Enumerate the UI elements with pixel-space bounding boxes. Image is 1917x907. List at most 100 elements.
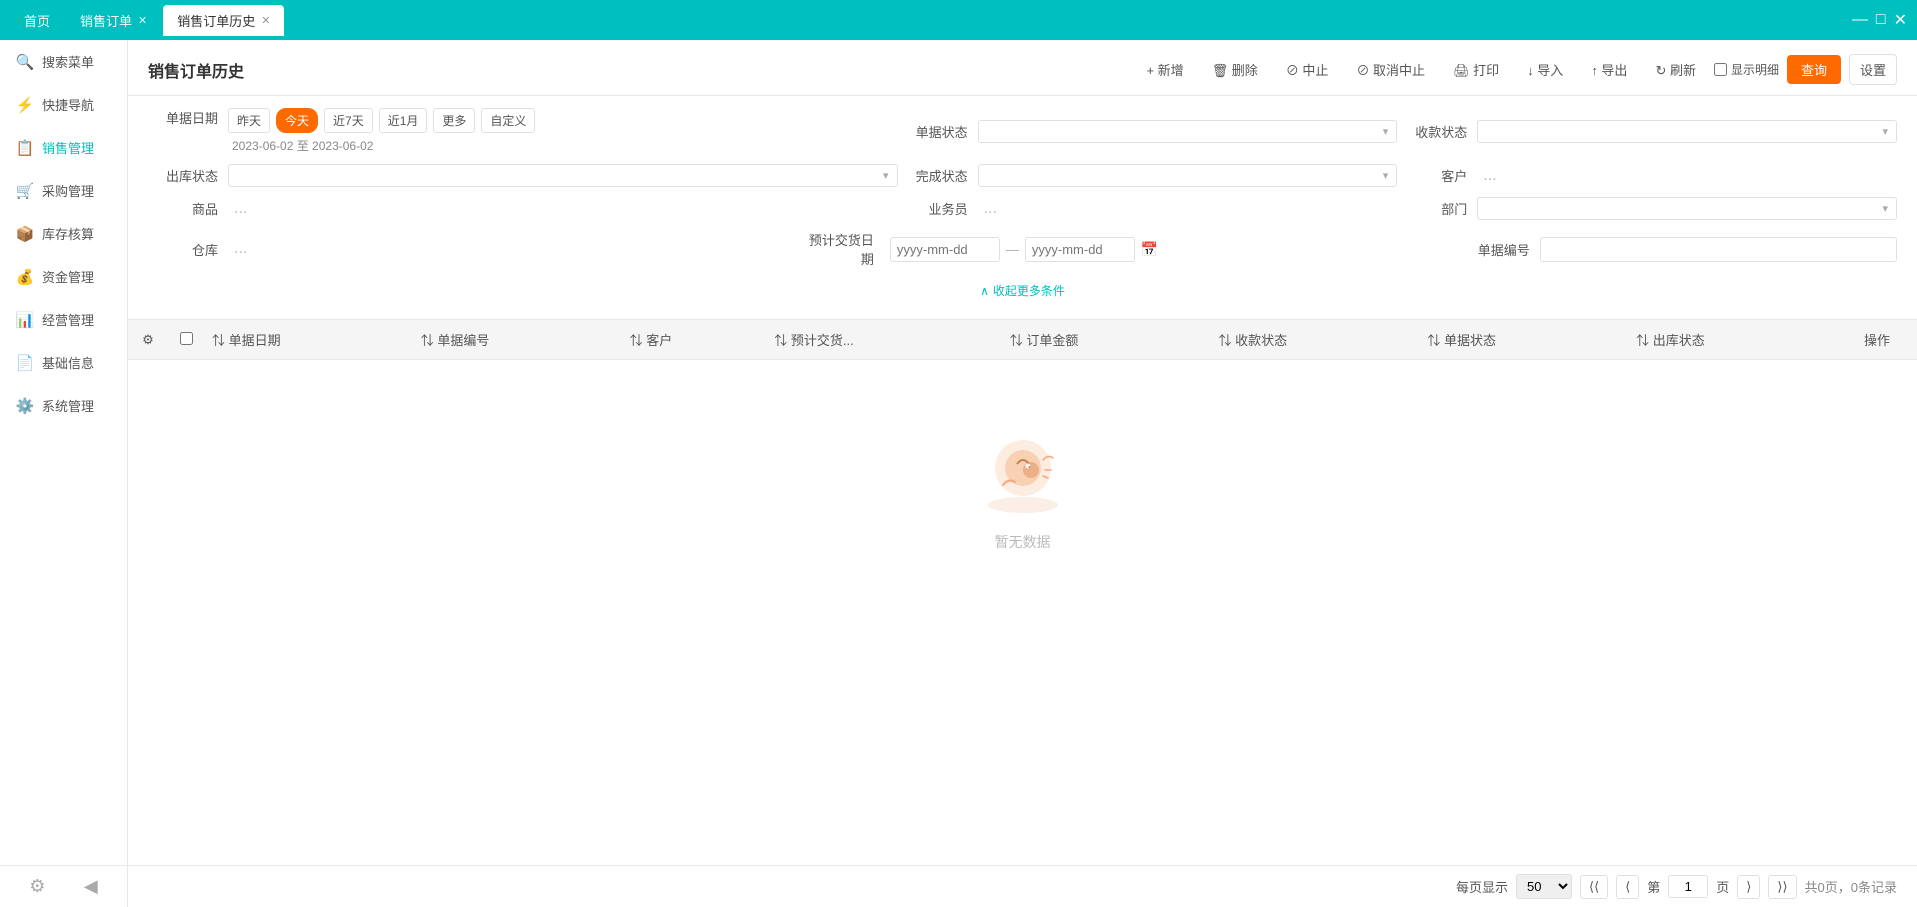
maximize-button[interactable]: □ — [1876, 11, 1886, 29]
th-amount: ⇅ 订单金额 — [1002, 320, 1211, 360]
collapse-row: ∧ 收起更多条件 — [148, 278, 1897, 307]
show-detail-checkbox: 显示明细 — [1714, 61, 1779, 78]
date-last7-btn[interactable]: 近7天 — [324, 108, 373, 133]
sidebar-icon-quick-nav: ⚡ — [16, 96, 34, 114]
payment-status-select[interactable]: ▾ — [1477, 120, 1897, 143]
cancel-stop-button[interactable]: ⊘ 取消中止 — [1346, 55, 1435, 84]
sidebar-item-operation[interactable]: 📊 经营管理 — [0, 298, 127, 341]
calendar-icon-from[interactable]: 📅 — [1141, 241, 1158, 258]
import-button[interactable]: ↓ 导入 — [1517, 55, 1573, 84]
top-bar: 首页销售订单✕销售订单历史✕ — □ ✕ — [0, 0, 1917, 40]
settings-button[interactable]: 设置 — [1849, 54, 1897, 85]
show-detail-input[interactable] — [1714, 63, 1727, 76]
delivery-date-section: 预计交货日期 — 📅 — [804, 230, 1460, 268]
salesperson-section: 业务员 ... — [898, 199, 1398, 218]
delivery-date-to-input[interactable] — [1025, 237, 1135, 262]
date-custom-btn[interactable]: 自定义 — [481, 108, 535, 133]
last-page-button[interactable]: ⟩⟩ — [1768, 875, 1796, 899]
filter-row-4: 仓库 ... 预计交货日期 — 📅 单据编号 — [148, 230, 1897, 268]
date-label: 单据日期 — [148, 108, 228, 127]
collapse-up-icon: ∧ — [980, 284, 989, 298]
tab-2[interactable]: 销售订单历史✕ — [163, 5, 284, 36]
payment-status-section: 收款状态 ▾ — [1397, 120, 1897, 143]
sidebar-icon-search-menu: 🔍 — [16, 53, 34, 71]
print-button[interactable]: 🖨 打印 — [1443, 55, 1509, 84]
sidebar: 🔍 搜索菜单 ⚡ 快捷导航 📋 销售管理 🛒 采购管理 📦 库存核算 💰 资金管… — [0, 40, 128, 907]
sidebar-settings-button[interactable]: ⚙ — [29, 876, 45, 897]
sidebar-collapse-button[interactable]: ◀ — [84, 876, 98, 897]
delete-button[interactable]: 🗑 删除 — [1202, 55, 1268, 84]
refresh-button[interactable]: ↻ 刷新 — [1645, 55, 1706, 84]
page-prefix-label: 第 — [1647, 877, 1660, 896]
show-detail-label: 显示明细 — [1731, 61, 1779, 78]
th-out-status: ⇅ 出库状态 — [1628, 320, 1837, 360]
product-dots[interactable]: ... — [228, 200, 253, 218]
prev-page-button[interactable]: ⟨ — [1616, 875, 1639, 899]
complete-status-select[interactable]: ▾ — [978, 164, 1398, 187]
sidebar-item-base-info[interactable]: 📄 基础信息 — [0, 341, 127, 384]
page-number-input[interactable] — [1668, 875, 1708, 898]
bill-no-section: 单据编号 — [1460, 237, 1897, 262]
delivery-date-separator: — — [1006, 242, 1019, 257]
sidebar-icon-operation: 📊 — [16, 311, 34, 329]
th-delivery-label: ⇅ 预计交货... — [774, 333, 853, 348]
first-page-button[interactable]: ⟨⟨ — [1580, 875, 1608, 899]
settings-icon[interactable]: ⚙ — [142, 332, 154, 347]
empty-illustration — [973, 420, 1073, 520]
salesperson-dots[interactable]: ... — [978, 200, 1003, 218]
dept-section: 部门 ▾ — [1397, 197, 1897, 220]
out-status-select[interactable]: ▾ — [228, 164, 898, 187]
page-title-row: 销售订单历史 + 新增 🗑 删除 ⊘ 中止 ⊘ 取消中止 🖨 打印 ↓ 导入 ↑… — [148, 54, 1897, 85]
bill-no-input[interactable] — [1540, 237, 1897, 262]
sidebar-item-purchase-mgmt[interactable]: 🛒 采购管理 — [0, 169, 127, 212]
filter-row-1: 单据日期 昨天 今天 近7天 近1月 更多 自定义 2023-06-02 至 2… — [148, 108, 1897, 154]
bill-status-label: 单据状态 — [898, 122, 978, 141]
date-last1m-btn[interactable]: 近1月 — [379, 108, 428, 133]
delivery-date-from-input[interactable] — [890, 237, 1000, 262]
payment-status-arrow-icon: ▾ — [1882, 125, 1888, 138]
pagination-bar: 每页显示 50 10 20 100 ⟨⟨ ⟨ 第 页 ⟩ ⟩⟩ 共0页，0条记录 — [128, 865, 1917, 907]
sidebar-label-quick-nav: 快捷导航 — [42, 95, 94, 114]
tab-close-1[interactable]: ✕ — [138, 14, 147, 27]
sidebar-label-search-menu: 搜索菜单 — [42, 52, 94, 71]
date-more-btn[interactable]: 更多 — [433, 108, 475, 133]
empty-state: 暂无数据 — [128, 360, 1917, 612]
date-range-display: 2023-06-02 至 2023-06-02 — [232, 137, 535, 154]
date-yesterday-btn[interactable]: 昨天 — [228, 108, 270, 133]
dept-select[interactable]: ▾ — [1477, 197, 1897, 220]
tab-1[interactable]: 销售订单✕ — [66, 5, 161, 36]
customer-dots[interactable]: ... — [1477, 167, 1502, 185]
select-all-checkbox[interactable] — [180, 332, 193, 345]
th-customer: ⇅ 客户 — [622, 320, 767, 360]
sidebar-item-inventory[interactable]: 📦 库存核算 — [0, 212, 127, 255]
date-filter-section: 单据日期 昨天 今天 近7天 近1月 更多 自定义 2023-06-02 至 2… — [148, 108, 898, 154]
export-button[interactable]: ↑ 导出 — [1581, 55, 1637, 84]
th-bill-status-label: ⇅ 单据状态 — [1427, 333, 1496, 348]
table-wrap: ⚙ ⇅ 单据日期 ⇅ 单据编号 ⇅ 客户 — [128, 320, 1917, 865]
sidebar-item-sys-mgmt[interactable]: ⚙️ 系统管理 — [0, 384, 127, 427]
bill-status-select[interactable]: ▾ — [978, 120, 1398, 143]
dept-arrow-icon: ▾ — [1882, 202, 1888, 215]
collapse-label: 收起更多条件 — [993, 282, 1065, 299]
tab-0[interactable]: 首页 — [10, 5, 64, 36]
close-window-button[interactable]: ✕ — [1894, 10, 1907, 30]
th-out-status-label: ⇅ 出库状态 — [1636, 333, 1705, 348]
stop-button[interactable]: ⊘ 中止 — [1276, 55, 1339, 84]
sidebar-icon-finance: 💰 — [16, 268, 34, 286]
sidebar-icon-inventory: 📦 — [16, 225, 34, 243]
sidebar-item-quick-nav[interactable]: ⚡ 快捷导航 — [0, 83, 127, 126]
sidebar-item-finance[interactable]: 💰 资金管理 — [0, 255, 127, 298]
page-header: 销售订单历史 + 新增 🗑 删除 ⊘ 中止 ⊘ 取消中止 🖨 打印 ↓ 导入 ↑… — [128, 40, 1917, 96]
collapse-button[interactable]: ∧ 收起更多条件 — [980, 282, 1065, 299]
out-status-section: 出库状态 ▾ — [148, 164, 898, 187]
sidebar-item-search-menu[interactable]: 🔍 搜索菜单 — [0, 40, 127, 83]
query-button[interactable]: 查询 — [1787, 55, 1841, 84]
warehouse-dots[interactable]: ... — [228, 240, 253, 258]
sidebar-item-sales-mgmt[interactable]: 📋 销售管理 — [0, 126, 127, 169]
date-today-btn[interactable]: 今天 — [276, 108, 318, 133]
minimize-button[interactable]: — — [1852, 11, 1868, 29]
tab-close-2[interactable]: ✕ — [261, 14, 270, 27]
next-page-button[interactable]: ⟩ — [1737, 875, 1760, 899]
per-page-select[interactable]: 50 10 20 100 — [1516, 874, 1572, 899]
new-button[interactable]: + 新增 — [1136, 55, 1193, 84]
